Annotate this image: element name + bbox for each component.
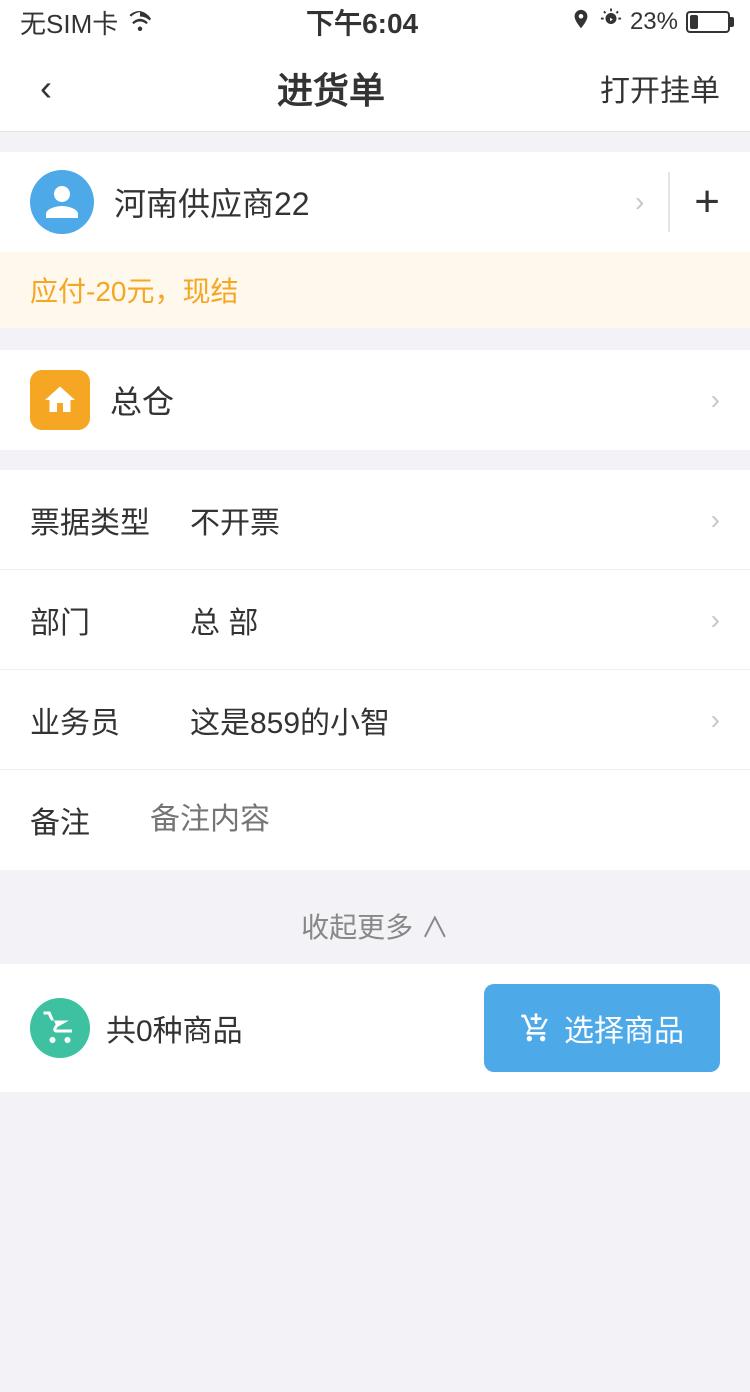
battery-percentage: 23% — [630, 8, 678, 36]
bottom-bar: 共0种商品 选择商品 — [0, 964, 750, 1092]
wifi-icon — [126, 7, 154, 38]
warehouse-chevron-icon: › — [711, 384, 720, 416]
supplier-card: 河南供应商22 › + 应付-20元，现结 — [0, 152, 750, 328]
select-product-label: 选择商品 — [564, 1006, 684, 1050]
remark-input[interactable] — [130, 803, 720, 837]
collapse-label: 收起更多 ∧ — [301, 906, 449, 946]
back-button[interactable]: ‹ — [30, 57, 62, 119]
warehouse-icon — [30, 370, 90, 430]
page-title: 进货单 — [277, 62, 385, 114]
department-value: 总 部 — [170, 598, 711, 642]
supplier-add-button[interactable]: + — [694, 180, 720, 224]
salesperson-row[interactable]: 业务员 这是859的小智 › — [0, 670, 750, 770]
supplier-notice: 应付-20元，现结 — [0, 252, 750, 328]
location-icon — [570, 8, 592, 37]
open-pending-button[interactable]: 打开挂单 — [600, 66, 720, 110]
department-label: 部门 — [30, 598, 170, 642]
ticket-type-label: 票据类型 — [30, 498, 170, 542]
supplier-chevron-icon: › — [635, 186, 644, 218]
salesperson-label: 业务员 — [30, 698, 170, 742]
supplier-divider — [668, 172, 670, 232]
product-count-label: 共0种商品 — [106, 1006, 243, 1050]
supplier-name: 河南供应商22 — [114, 179, 635, 225]
salesperson-chevron-icon: › — [711, 704, 720, 736]
select-product-button[interactable]: 选择商品 — [484, 984, 720, 1072]
ticket-type-row[interactable]: 票据类型 不开票 › — [0, 470, 750, 570]
product-info: 共0种商品 — [30, 998, 243, 1058]
supplier-avatar — [30, 170, 94, 234]
remark-row: 备注 — [0, 770, 750, 870]
status-bar: 无SIM卡 下午6:04 23% — [0, 0, 750, 44]
salesperson-value: 这是859的小智 — [170, 698, 711, 742]
status-left: 无SIM卡 — [20, 4, 154, 41]
remark-label: 备注 — [30, 798, 130, 842]
product-cart-icon — [30, 998, 90, 1058]
section-gap-1 — [0, 132, 750, 152]
ticket-type-value: 不开票 — [170, 498, 711, 542]
section-gap-2 — [0, 328, 750, 348]
carrier-text: 无SIM卡 — [20, 4, 118, 41]
nav-bar: ‹ 进货单 打开挂单 — [0, 44, 750, 132]
status-right: 23% — [570, 8, 730, 37]
department-row[interactable]: 部门 总 部 › — [0, 570, 750, 670]
ticket-type-chevron-icon: › — [711, 504, 720, 536]
page-background — [0, 1092, 750, 1392]
form-section: 票据类型 不开票 › 部门 总 部 › 业务员 这是859的小智 › 备注 — [0, 470, 750, 870]
supplier-row[interactable]: 河南供应商22 › + — [0, 152, 750, 252]
battery-icon — [686, 11, 730, 33]
warehouse-name: 总仓 — [110, 377, 711, 423]
alarm-icon — [600, 8, 622, 37]
warehouse-card: 总仓 › — [0, 350, 750, 450]
warehouse-row[interactable]: 总仓 › — [0, 350, 750, 450]
collapse-row[interactable]: 收起更多 ∧ — [0, 890, 750, 962]
department-chevron-icon: › — [711, 604, 720, 636]
status-time: 下午6:04 — [306, 2, 418, 42]
